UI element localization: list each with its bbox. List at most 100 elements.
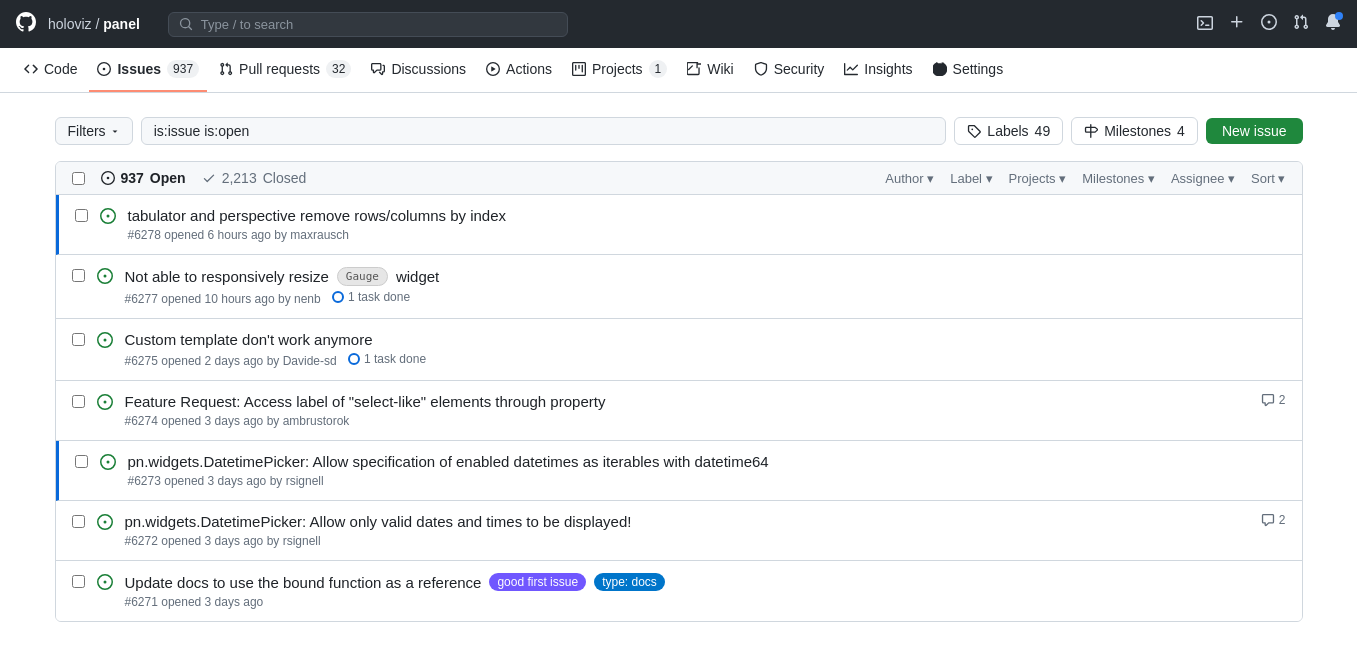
label-filter[interactable]: Label ▾: [950, 171, 992, 186]
issue-checkbox-6278[interactable]: [75, 209, 88, 222]
open-issue-icon-6278: [100, 208, 116, 224]
tab-actions[interactable]: Actions: [478, 49, 560, 91]
tab-security[interactable]: Security: [746, 49, 833, 91]
issue-meta-6274: #6274 opened 3 days ago by ambrustorok: [125, 414, 1249, 428]
filters-label: Filters: [68, 123, 106, 139]
author-filter[interactable]: Author ▾: [885, 171, 934, 186]
issue-title-6273[interactable]: pn.widgets.DatetimePicker: Allow specifi…: [128, 453, 769, 470]
discussions-tab-icon: [371, 62, 385, 76]
tab-code[interactable]: Code: [16, 49, 85, 91]
closed-issues-count[interactable]: 2,213 Closed: [202, 170, 307, 186]
tab-discussions[interactable]: Discussions: [363, 49, 474, 91]
issue-title-6272[interactable]: pn.widgets.DatetimePicker: Allow only va…: [125, 513, 632, 530]
tab-projects-label: Projects: [592, 61, 643, 77]
issue-meta-6275: #6275 opened 2 days ago by Davide-sd 1 t…: [125, 352, 1286, 368]
milestones-button[interactable]: Milestones 4: [1071, 117, 1198, 145]
issue-body-6272: pn.widgets.DatetimePicker: Allow only va…: [125, 513, 1249, 548]
issue-author-link-6274[interactable]: ambrustorok: [283, 414, 350, 428]
search-icon: [179, 17, 193, 31]
comment-count-6272[interactable]: 2: [1261, 513, 1286, 527]
projects-tab-icon: [572, 62, 586, 76]
tab-insights-label: Insights: [864, 61, 912, 77]
tab-discussions-label: Discussions: [391, 61, 466, 77]
global-search[interactable]: Type / to search: [168, 12, 568, 37]
pr-tab-count: 32: [326, 60, 351, 78]
task-circle-6277: [332, 291, 344, 303]
tab-insights[interactable]: Insights: [836, 49, 920, 91]
task-badge-6277: 1 task done: [332, 290, 410, 304]
terminal-button[interactable]: [1197, 15, 1213, 34]
issue-checkbox-6277[interactable]: [72, 269, 85, 282]
issues-tab-count: 937: [167, 60, 199, 78]
label-type-docs-6271: type: docs: [594, 573, 665, 591]
issue-row: Not able to responsively resize Gauge wi…: [56, 255, 1302, 319]
comment-icon-6274: [1261, 393, 1275, 407]
milestones-count: 4: [1177, 123, 1185, 139]
repo-owner-link[interactable]: holoviz: [48, 16, 92, 32]
tab-code-label: Code: [44, 61, 77, 77]
milestones-icon: [1084, 124, 1098, 138]
tab-projects[interactable]: Projects 1: [564, 48, 675, 92]
comment-count-6274[interactable]: 2: [1261, 393, 1286, 407]
sort-filter[interactable]: Sort ▾: [1251, 171, 1285, 186]
open-issue-icon-6271: [97, 574, 113, 590]
issue-title-6278[interactable]: tabulator and perspective remove rows/co…: [128, 207, 507, 224]
issues-button[interactable]: [1261, 14, 1277, 34]
issue-meta-6277: #6277 opened 10 hours ago by nenb 1 task…: [125, 290, 1286, 306]
label-good-first-issue-6271: good first issue: [489, 573, 586, 591]
projects-filter[interactable]: Projects ▾: [1009, 171, 1067, 186]
issue-checkbox-6274[interactable]: [72, 395, 85, 408]
issues-header-right: Author ▾ Label ▾ Projects ▾ Milestones ▾…: [885, 171, 1285, 186]
filters-button[interactable]: Filters: [55, 117, 133, 145]
issue-meta-6272: #6272 opened 3 days ago by rsignell: [125, 534, 1249, 548]
milestones-filter[interactable]: Milestones ▾: [1082, 171, 1155, 186]
issue-title-6277[interactable]: Not able to responsively resize: [125, 268, 329, 285]
issues-container: 937 Open 2,213 Closed Author ▾ Label ▾ P…: [55, 161, 1303, 622]
closed-label: Closed: [263, 170, 307, 186]
issue-author-link-6272[interactable]: rsignell: [283, 534, 321, 548]
issue-row: pn.widgets.DatetimePicker: Allow specifi…: [56, 441, 1302, 501]
new-issue-button[interactable]: New issue: [1206, 118, 1303, 144]
issue-author-link-6278[interactable]: maxrausch: [290, 228, 349, 242]
issue-body-6273: pn.widgets.DatetimePicker: Allow specifi…: [128, 453, 1286, 488]
issue-title-6271[interactable]: Update docs to use the bound function as…: [125, 574, 482, 591]
tab-pullrequests[interactable]: Pull requests 32: [211, 48, 359, 92]
issue-row: Update docs to use the bound function as…: [56, 561, 1302, 621]
open-issues-count[interactable]: 937 Open: [101, 170, 186, 186]
open-issue-icon: [101, 171, 115, 185]
tab-settings-label: Settings: [953, 61, 1004, 77]
pullrequest-button[interactable]: [1293, 14, 1309, 34]
issues-header-left: 937 Open 2,213 Closed: [72, 170, 870, 186]
issues-tab-icon: [97, 62, 111, 76]
issues-icon: [1261, 14, 1277, 30]
tab-wiki[interactable]: Wiki: [679, 49, 741, 91]
issue-title-6275[interactable]: Custom template don't work anymore: [125, 331, 373, 348]
issue-body-6278: tabulator and perspective remove rows/co…: [128, 207, 1286, 242]
create-button[interactable]: [1229, 14, 1245, 34]
plus-icon: [1229, 14, 1245, 30]
labels-button[interactable]: Labels 49: [954, 117, 1063, 145]
repo-name-link[interactable]: panel: [103, 16, 140, 32]
issue-label-gauge: Gauge: [337, 267, 388, 286]
open-issue-icon-6273: [100, 454, 116, 470]
issue-row: Custom template don't work anymore #6275…: [56, 319, 1302, 381]
issue-author-link-6277[interactable]: nenb: [294, 292, 321, 306]
issue-checkbox-6273[interactable]: [75, 455, 88, 468]
code-icon: [24, 62, 38, 76]
issue-title-6274[interactable]: Feature Request: Access label of "select…: [125, 393, 606, 410]
issue-author-link-6275[interactable]: Davide-sd: [283, 354, 337, 368]
issues-header: 937 Open 2,213 Closed Author ▾ Label ▾ P…: [56, 162, 1302, 195]
issue-checkbox-6271[interactable]: [72, 575, 85, 588]
issue-checkbox-6275[interactable]: [72, 333, 85, 346]
github-logo[interactable]: [16, 12, 36, 37]
notification-button[interactable]: [1325, 14, 1341, 34]
tab-settings[interactable]: Settings: [925, 49, 1012, 91]
tab-issues-label: Issues: [117, 61, 161, 77]
select-all-checkbox[interactable]: [72, 172, 85, 185]
tab-issues[interactable]: Issues 937: [89, 48, 207, 92]
assignee-filter[interactable]: Assignee ▾: [1171, 171, 1235, 186]
issues-search-input[interactable]: [141, 117, 947, 145]
task-badge-6275: 1 task done: [348, 352, 426, 366]
issue-author-link-6273[interactable]: rsignell: [286, 474, 324, 488]
issue-checkbox-6272[interactable]: [72, 515, 85, 528]
